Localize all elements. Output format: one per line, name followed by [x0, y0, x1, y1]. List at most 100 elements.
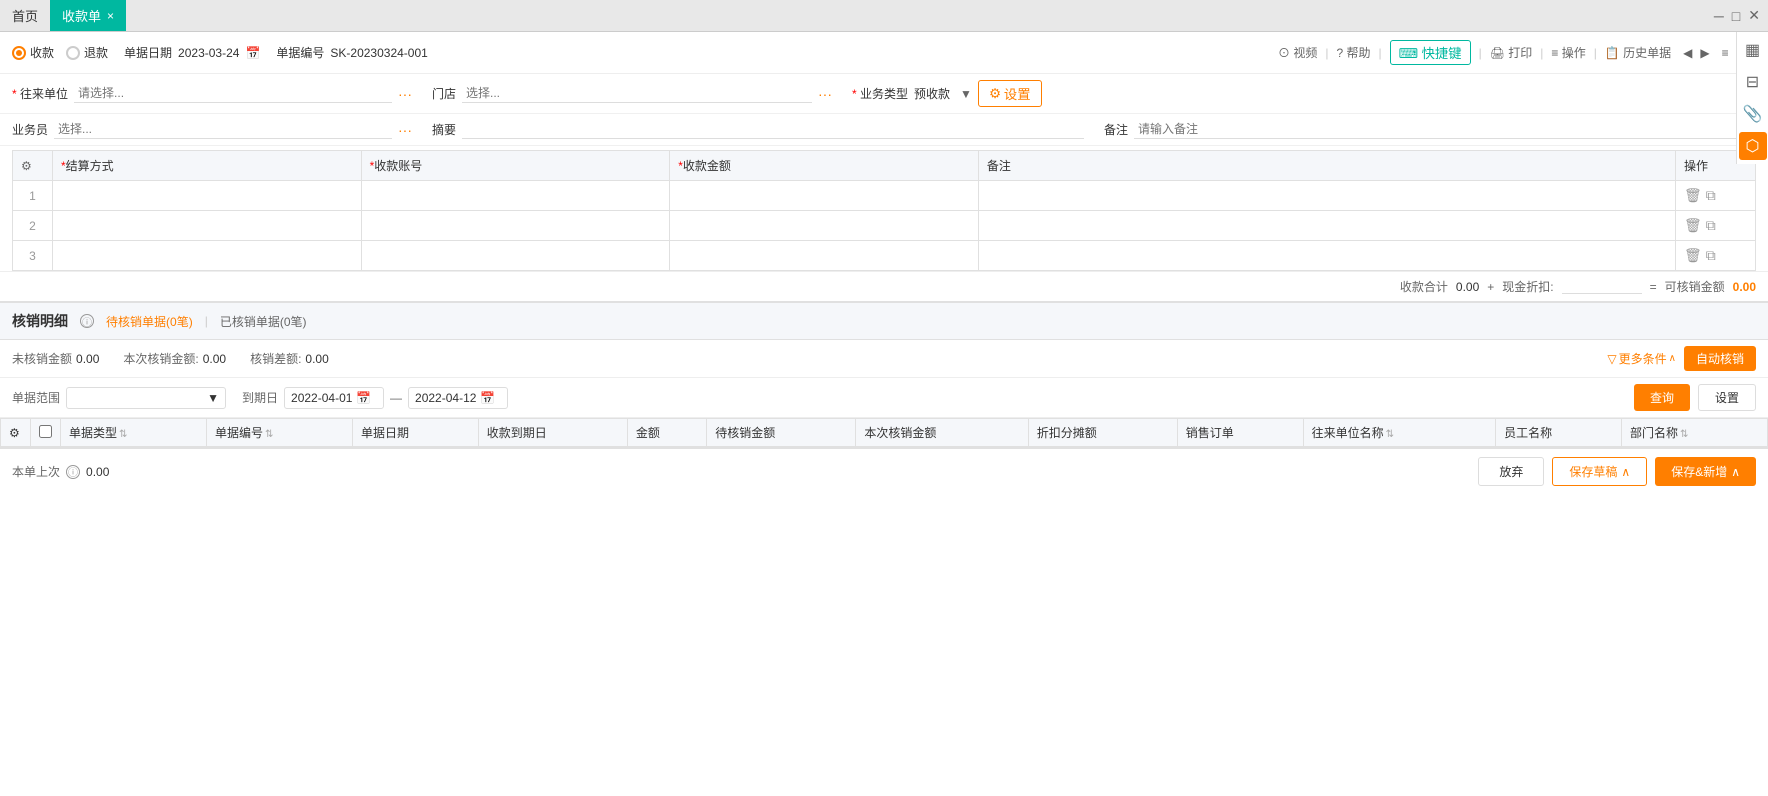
tab-receipt[interactable]: 收款单 × [50, 0, 126, 31]
row3-notes[interactable] [978, 241, 1675, 271]
minimize-btn[interactable]: ─ [1714, 8, 1724, 24]
row3-copy-icon[interactable]: ⧉ [1706, 247, 1716, 264]
th-pending-amount: 待核销金额 [707, 419, 856, 447]
save-new-btn[interactable]: 保存&新增 ∧ [1655, 457, 1756, 486]
calendar-icon[interactable]: 📅 [245, 46, 260, 60]
sidebar-export-icon[interactable]: ⬡ [1739, 132, 1767, 160]
row2-payment-method[interactable] [53, 211, 362, 241]
row2-delete-icon[interactable]: 🗑 [1684, 217, 1702, 234]
discount-input[interactable] [1562, 279, 1642, 294]
writeoff-settings-btn[interactable]: 设置 [1698, 384, 1756, 411]
notes-input[interactable] [1134, 120, 1756, 139]
radio-receipt-dot [12, 46, 26, 60]
settings-btn[interactable]: ⚙ 设置 [978, 80, 1042, 107]
biz-type-value: 预收款 [914, 85, 950, 102]
writeoff-section-header: 核销明细 ⓘ 待核销单据(0笔) | 已核销单据(0笔) [0, 301, 1768, 340]
table-row: 2 🗑⧉ [13, 211, 1756, 241]
row2-copy-icon[interactable]: ⧉ [1706, 217, 1716, 234]
video-link[interactable]: ⊙ 视频 [1278, 44, 1317, 61]
summary-input[interactable] [462, 120, 1084, 139]
slip-no-value[interactable]: SK-20230324-001 [330, 46, 427, 60]
close-btn[interactable]: ✕ [1748, 7, 1760, 24]
row2-account[interactable] [361, 211, 670, 241]
tab-close-icon[interactable]: × [107, 9, 114, 23]
biz-type-field: 业务类型 预收款 ▼ ⚙ 设置 [852, 80, 1756, 107]
print-link[interactable]: 🖨 打印 [1490, 44, 1533, 61]
due-date-to-input[interactable]: 2022-04-12 📅 [408, 387, 508, 409]
gear-th[interactable]: ⚙ [13, 151, 53, 181]
staff-more-icon[interactable]: ··· [398, 122, 412, 138]
done-tab-link[interactable]: 已核销单据(0笔) [220, 313, 307, 330]
sidebar-inbox-icon[interactable]: ⊟ [1739, 68, 1767, 96]
staff-input[interactable] [54, 120, 392, 139]
row3-delete-icon[interactable]: 🗑 [1684, 247, 1702, 264]
layout-list-icon[interactable]: ≡ [1722, 46, 1729, 60]
writeoff-table: ⚙ 单据类型⇅ 单据编号⇅ 单据日期 收款到期日 金额 待核销金额 本次核销金额… [0, 418, 1768, 447]
th-checkbox[interactable] [31, 419, 61, 447]
row-num-3: 3 [13, 241, 53, 271]
query-btn[interactable]: 查询 [1634, 384, 1690, 411]
slip-date-field: 单据日期 2023-03-24 📅 [124, 44, 260, 61]
store-more-icon[interactable]: ··· [818, 86, 832, 102]
shortcut-btn[interactable]: ⌨ 快捷键 [1390, 40, 1471, 65]
header-actions: ⊙ 视频 | ? 帮助 | ⌨ 快捷键 | 🖨 打印 | ≡ 操作 | 📋 历史… [1278, 40, 1756, 65]
save-draft-btn[interactable]: 保存草稿 ∧ [1552, 457, 1647, 486]
writeoff-info-icon[interactable]: ⓘ [80, 314, 94, 328]
row3-account[interactable] [361, 241, 670, 271]
net-value: 0.00 [1733, 280, 1756, 294]
th-due-date: 收款到期日 [478, 419, 627, 447]
slip-date-label: 单据日期 [124, 44, 172, 61]
slip-date-value[interactable]: 2023-03-24 [178, 46, 239, 60]
date-range-dash: — [390, 391, 402, 405]
row2-notes[interactable] [978, 211, 1675, 241]
th-gear[interactable]: ⚙ [1, 419, 31, 447]
th-slip-date: 单据日期 [352, 419, 478, 447]
filter-row: 单据范围 ▼ 到期日 2022-04-01 📅 — 2022-04-12 📅 查… [0, 378, 1768, 418]
abandon-btn[interactable]: 放弃 [1478, 457, 1544, 486]
row1-copy-icon[interactable]: ⧉ [1706, 187, 1716, 204]
bottom-info: 本单上次 ⓘ 0.00 [12, 463, 109, 480]
th-dept-name: 部门名称⇅ [1621, 419, 1767, 447]
more-conditions-btn[interactable]: ▽ 更多条件 ∧ [1607, 350, 1676, 367]
sidebar-clip-icon[interactable]: 📎 [1739, 100, 1767, 128]
counterpart-more-icon[interactable]: ··· [398, 86, 412, 102]
pending-tab-link[interactable]: 待核销单据(0笔) [106, 313, 193, 330]
tab-home[interactable]: 首页 [0, 0, 50, 31]
due-date-from-input[interactable]: 2022-04-01 📅 [284, 387, 384, 409]
row1-amount[interactable] [670, 181, 979, 211]
maximize-btn[interactable]: □ [1732, 8, 1740, 24]
table-row: 1 🗑⧉ [13, 181, 1756, 211]
row1-delete-icon[interactable]: 🗑 [1684, 187, 1702, 204]
help-link[interactable]: ? 帮助 [1337, 44, 1371, 61]
row1-notes[interactable] [978, 181, 1675, 211]
history-link[interactable]: 📋 历史单据 [1605, 44, 1671, 61]
sidebar-table-icon[interactable]: ▦ [1739, 36, 1767, 64]
biz-type-dropdown-icon[interactable]: ▼ [960, 87, 972, 101]
store-input[interactable] [462, 84, 812, 103]
bottom-actions: 放弃 保存草稿 ∧ 保存&新增 ∧ [1478, 457, 1756, 486]
radio-refund-label: 退款 [84, 44, 108, 61]
sum-label: 收款合计 [1400, 278, 1448, 295]
row1-payment-method[interactable] [53, 181, 362, 211]
radio-receipt[interactable]: 收款 [12, 44, 54, 61]
dropdown-icon: ▼ [207, 391, 219, 405]
tab-bar: 首页 收款单 × ─ □ ✕ [0, 0, 1768, 32]
row2-amount[interactable] [670, 211, 979, 241]
biz-type-label: 业务类型 [852, 85, 908, 102]
operations-link[interactable]: ≡ 操作 [1551, 44, 1585, 61]
radio-refund[interactable]: 退款 [66, 44, 108, 61]
notes-label: 备注 [1104, 121, 1128, 138]
nav-next[interactable]: ▶ [1700, 46, 1709, 60]
current-label: 本次核销金额: [123, 350, 198, 367]
range-select[interactable]: ▼ [66, 387, 226, 409]
row1-account[interactable] [361, 181, 670, 211]
auto-writeoff-btn[interactable]: 自动核销 [1684, 346, 1756, 371]
due-date-label: 到期日 [242, 389, 278, 406]
row3-amount[interactable] [670, 241, 979, 271]
nav-prev[interactable]: ◀ [1683, 46, 1692, 60]
bottom-info-icon[interactable]: ⓘ [66, 465, 80, 479]
counterpart-input[interactable] [74, 84, 392, 103]
th-current-amount: 本次核销金额 [856, 419, 1028, 447]
row3-payment-method[interactable] [53, 241, 362, 271]
writeoff-stats: 未核销金额 0.00 本次核销金额: 0.00 核销差额: 0.00 ▽ 更多条… [0, 340, 1768, 378]
